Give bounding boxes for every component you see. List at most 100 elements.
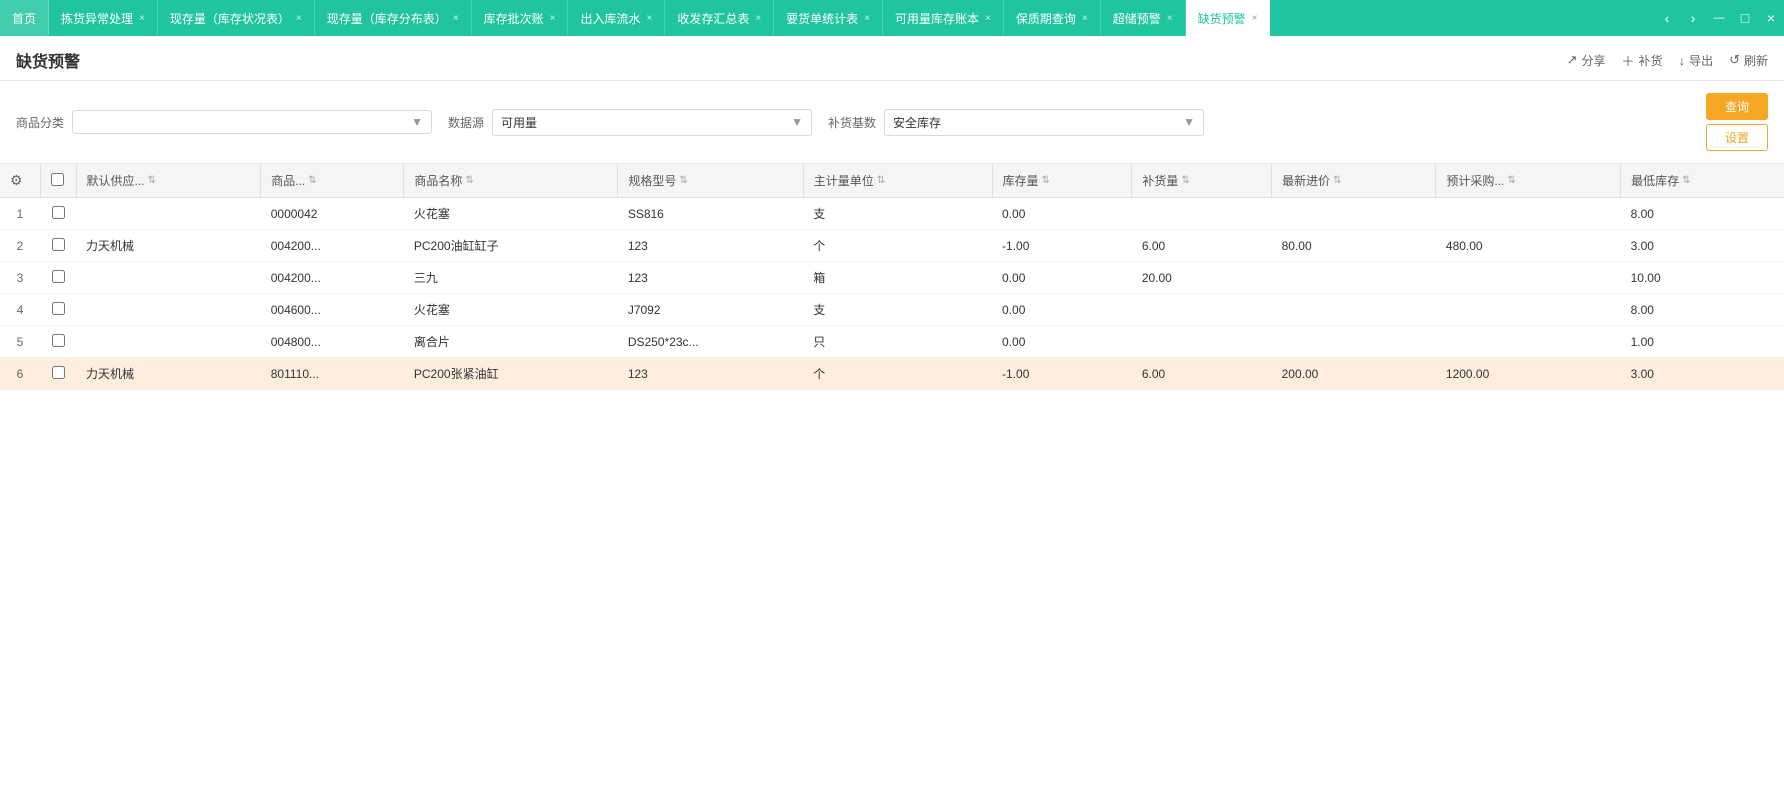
row-checkbox[interactable] (52, 270, 65, 283)
th-unit[interactable]: 主计量单位 ⇅ (803, 164, 992, 198)
row-replenish-qty: 6.00 (1132, 358, 1272, 390)
main-content: 缺货预警 ↗ 分享 ＋ 补货 ↓ 导出 ↺ 刷新 商品分类 (0, 36, 1784, 796)
tab-shortage[interactable]: 缺货预警 × (1186, 0, 1271, 36)
row-product-name: PC200张紧油缸 (404, 358, 618, 390)
row-latest-price (1272, 294, 1436, 326)
row-spec: J7092 (618, 294, 803, 326)
tab-available[interactable]: 可用量库存账本× (883, 0, 1004, 36)
row-product-code: 004200... (261, 262, 404, 294)
th-latest-price[interactable]: 最新进价 ⇅ (1272, 164, 1436, 198)
tab-close-icon[interactable]: × (755, 13, 761, 24)
export-button[interactable]: ↓ 导出 (1679, 52, 1714, 69)
tab-close-icon[interactable]: × (985, 13, 991, 24)
tab-minimize-btn[interactable]: — (1706, 0, 1732, 36)
row-checkbox[interactable] (52, 302, 65, 315)
row-product-code: 004200... (261, 230, 404, 262)
th-product-name[interactable]: 商品名称 ⇅ (404, 164, 618, 198)
table-header-row: ⚙ 默认供应... ⇅ 商品... ⇅ (0, 164, 1784, 198)
th-est-purchase[interactable]: 预计采购... ⇅ (1436, 164, 1621, 198)
tab-close-icon[interactable]: × (646, 13, 652, 24)
tab-label: 现存量（库存状况表） (170, 10, 290, 27)
row-stock: -1.00 (992, 230, 1132, 262)
table-row: 4 004600... 火花塞 J7092 支 0.00 8.00 (0, 294, 1784, 326)
tab-maximize-btn[interactable]: □ (1732, 0, 1758, 36)
row-latest-price (1272, 262, 1436, 294)
tab-demand[interactable]: 要货单统计表× (774, 0, 883, 36)
row-est-purchase: 1200.00 (1436, 358, 1621, 390)
table-row: 6 力天机械 801110... PC200张紧油缸 123 个 -1.00 6… (0, 358, 1784, 390)
row-latest-price (1272, 198, 1436, 230)
row-product-code: 801110... (261, 358, 404, 390)
tab-close-icon[interactable]: × (550, 13, 556, 24)
row-unit: 支 (803, 294, 992, 326)
tab-next-btn[interactable]: › (1680, 0, 1706, 36)
row-checkbox[interactable] (52, 206, 65, 219)
row-est-purchase (1436, 326, 1621, 358)
tab-label: 超储预警 (1113, 10, 1161, 27)
tab-close-icon[interactable]: × (1252, 13, 1258, 24)
tab-home[interactable]: 首页 (0, 0, 49, 36)
tab-label: 拣货异常处理 (61, 10, 133, 27)
refresh-button[interactable]: ↺ 刷新 (1729, 52, 1768, 69)
product-code-sort-icon: ⇅ (308, 175, 316, 186)
share-button[interactable]: ↗ 分享 (1567, 52, 1606, 69)
tab-overstock[interactable]: 超储预警 × (1101, 0, 1186, 36)
row-replenish-qty: 20.00 (1132, 262, 1272, 294)
row-checkbox[interactable] (52, 238, 65, 251)
row-min-stock: 1.00 (1621, 326, 1784, 358)
th-product-code[interactable]: 商品... ⇅ (261, 164, 404, 198)
tab-close-icon[interactable]: × (1082, 13, 1088, 24)
row-supplier (76, 326, 261, 358)
th-spec[interactable]: 规格型号 ⇅ (618, 164, 803, 198)
tab-label: 现存量（库存分布表） (327, 10, 447, 27)
row-checkbox[interactable] (52, 366, 65, 379)
th-replenish-qty[interactable]: 补货量 ⇅ (1132, 164, 1272, 198)
tab-batch[interactable]: 库存批次账× (472, 0, 569, 36)
th-supplier[interactable]: 默认供应... ⇅ (76, 164, 261, 198)
row-stock: 0.00 (992, 294, 1132, 326)
tab-expiry[interactable]: 保质期查询× (1004, 0, 1101, 36)
unit-sort-icon: ⇅ (877, 175, 885, 186)
tab-prev-btn[interactable]: ‹ (1654, 0, 1680, 36)
row-checkbox[interactable] (52, 334, 65, 347)
th-stock[interactable]: 库存量 ⇅ (992, 164, 1132, 198)
tab-close-all-btn[interactable]: × (1758, 0, 1784, 36)
tab-close-icon[interactable]: × (1167, 13, 1173, 24)
row-est-purchase (1436, 262, 1621, 294)
tab-label: 缺货预警 (1198, 10, 1246, 27)
tab-close-icon[interactable]: × (453, 13, 459, 24)
tab-bar: 首页拣货异常处理×现存量（库存状况表）×现存量（库存分布表）×库存批次账×出入库… (0, 0, 1784, 36)
row-product-name: 火花塞 (404, 198, 618, 230)
row-est-purchase (1436, 198, 1621, 230)
base-select[interactable]: 安全库存 ▼ (884, 109, 1204, 136)
tab-stock-dist[interactable]: 现存量（库存分布表） × (315, 0, 472, 36)
tab-flow[interactable]: 出入库流水× (568, 0, 665, 36)
row-est-purchase: 480.00 (1436, 230, 1621, 262)
tab-abnormal[interactable]: 拣货异常处理 × (49, 0, 158, 36)
export-icon: ↓ (1679, 53, 1686, 68)
row-min-stock: 8.00 (1621, 294, 1784, 326)
replenish-button[interactable]: ＋ 补货 (1622, 51, 1663, 70)
row-checkbox-cell (40, 358, 76, 390)
tab-stock-status[interactable]: 现存量（库存状况表） × (158, 0, 315, 36)
tab-close-icon[interactable]: × (864, 13, 870, 24)
tab-close-icon[interactable]: × (139, 13, 145, 24)
th-min-stock[interactable]: 最低库存 ⇅ (1621, 164, 1784, 198)
row-product-name: PC200油缸缸子 (404, 230, 618, 262)
row-unit: 只 (803, 326, 992, 358)
datasource-select[interactable]: 可用量 ▼ (492, 109, 812, 136)
row-unit: 箱 (803, 262, 992, 294)
refresh-icon: ↺ (1729, 52, 1740, 68)
column-settings-icon[interactable]: ⚙ (10, 172, 23, 188)
category-select[interactable]: ▼ (72, 110, 432, 134)
row-est-purchase (1436, 294, 1621, 326)
row-spec: 123 (618, 358, 803, 390)
row-spec: DS250*23c... (618, 326, 803, 358)
select-all-checkbox[interactable] (51, 173, 64, 186)
tab-collect[interactable]: 收发存汇总表× (665, 0, 774, 36)
query-button[interactable]: 查询 (1706, 93, 1768, 120)
settings-button[interactable]: 设置 (1706, 124, 1768, 151)
row-unit: 个 (803, 230, 992, 262)
row-supplier (76, 262, 261, 294)
tab-close-icon[interactable]: × (296, 13, 302, 24)
